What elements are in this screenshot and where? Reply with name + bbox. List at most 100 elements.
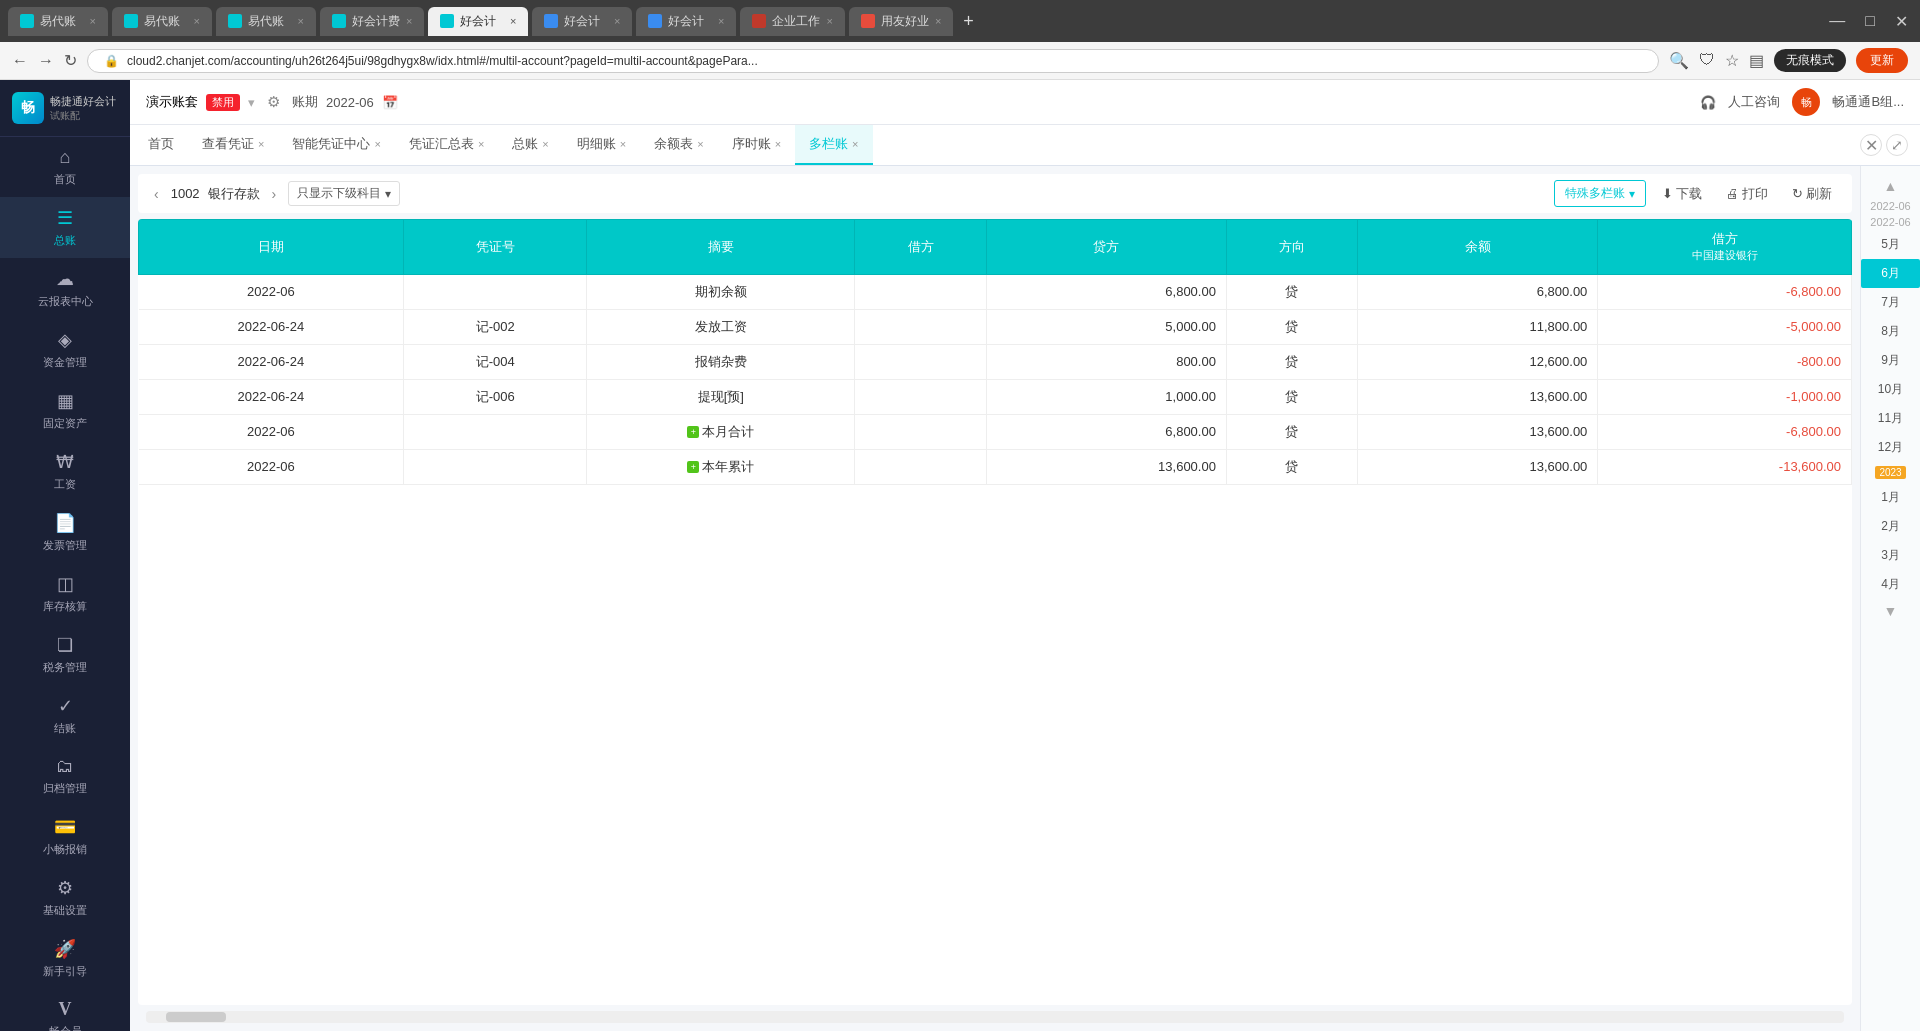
update-button[interactable]: 更新 [1856,48,1908,73]
calendar-scroll-up[interactable]: ▲ [1880,174,1902,198]
sidebar-item-invoice[interactable]: 📄 发票管理 [0,502,130,563]
sidebar-item-fixed-assets[interactable]: ▦ 固定资产 [0,380,130,441]
tab-close-icon[interactable]: × [718,15,724,27]
calendar-month-aug[interactable]: 8月 [1861,317,1920,346]
calendar-month-jan[interactable]: 1月 [1861,483,1920,512]
tab-close-icon[interactable]: × [935,15,941,27]
sidebar-item-basic-settings[interactable]: ⚙ 基础设置 [0,867,130,928]
tab-close-icon[interactable]: × [406,15,412,27]
tab-close-icon[interactable]: × [775,138,781,150]
tab-voucher-summary[interactable]: 凭证汇总表 × [395,125,498,165]
tab-detail-ledger[interactable]: 明细账 × [563,125,640,165]
calendar-month-feb[interactable]: 2月 [1861,512,1920,541]
tab-view-voucher[interactable]: 查看凭证 × [188,125,278,165]
calendar-month-jul[interactable]: 7月 [1861,288,1920,317]
shield-icon[interactable]: 🛡 [1699,51,1715,70]
settings-gear-icon[interactable]: ⚙ [267,93,280,111]
sidebar-item-closing[interactable]: ✓ 结账 [0,685,130,746]
tab-close-icon[interactable]: × [298,15,304,27]
tab-multi-col[interactable]: 多栏账 × [795,125,872,165]
calendar-scroll-down[interactable]: ▼ [1880,599,1902,623]
tab-journal[interactable]: 序时账 × [718,125,795,165]
calendar-icon[interactable]: 📅 [382,95,398,110]
panel-expand-icon[interactable]: ⤢ [1886,134,1908,156]
main-content: 演示账套 禁用 ▾ ⚙ 账期 2022-06 📅 🎧 人工咨询 畅 畅通通B组.… [130,80,1920,1031]
tab-close-icon[interactable]: × [374,138,380,150]
refresh-page-button[interactable]: ↻ [64,51,77,70]
url-bar[interactable]: 🔒 cloud2.chanjet.com/accounting/uh26t264… [87,49,1659,73]
tab-yidaizhang-1[interactable]: 易代账 × [8,7,108,36]
calendar-month-may[interactable]: 5月 [1861,230,1920,259]
sidebar-item-general-ledger[interactable]: ☰ 总账 [0,197,130,258]
tab-haohuaiji-active[interactable]: 好会计 × [428,7,528,36]
tab-close-icon[interactable]: × [510,15,516,27]
tab-haohuaiji-fee[interactable]: 好会计费 × [320,7,424,36]
tab-yidaizhang-3[interactable]: 易代账 × [216,7,316,36]
tab-close-icon[interactable]: × [826,15,832,27]
tab-haohuaiji-3[interactable]: 好会计 × [636,7,736,36]
consult-label[interactable]: 人工咨询 [1728,93,1780,111]
forward-button[interactable]: → [38,52,54,70]
multi-col-button[interactable]: 特殊多栏账 ▾ [1554,180,1646,207]
voucher-link[interactable]: 记-002 [476,319,515,334]
voucher-link[interactable]: 记-006 [476,389,515,404]
tab-haohuaiji-2[interactable]: 好会计 × [532,7,632,36]
back-button[interactable]: ← [12,52,28,70]
filter-dropdown[interactable]: 只显示下级科目 ▾ [288,181,400,206]
tab-close-icon[interactable]: × [620,138,626,150]
tab-close-icon[interactable]: × [194,15,200,27]
sidebar-item-home[interactable]: ⌂ 首页 [0,137,130,197]
tab-general-ledger[interactable]: 总账 × [498,125,562,165]
tab-close-icon[interactable]: × [697,138,703,150]
close-window-button[interactable]: ✕ [1891,12,1912,31]
tab-yidaizhang-2[interactable]: 易代账 × [112,7,212,36]
tab-enterprise[interactable]: 企业工作 × [740,7,844,36]
tab-close-icon[interactable]: × [542,138,548,150]
new-tab-button[interactable]: + [957,11,980,32]
prev-account-button[interactable]: ‹ [150,184,163,204]
calendar-month-nov[interactable]: 11月 [1861,404,1920,433]
print-button[interactable]: 🖨 打印 [1718,181,1776,207]
minimize-button[interactable]: ― [1825,12,1849,30]
tab-close-icon[interactable]: × [614,15,620,27]
calendar-month-oct[interactable]: 10月 [1861,375,1920,404]
next-account-button[interactable]: › [268,184,281,204]
tab-balance-table[interactable]: 余额表 × [640,125,717,165]
download-button[interactable]: ⬇ 下载 [1654,181,1710,207]
search-icon[interactable]: 🔍 [1669,51,1689,70]
tab-close-icon[interactable]: × [478,138,484,150]
star-icon[interactable]: ☆ [1725,51,1739,70]
panel-close-icon[interactable]: ✕ [1860,134,1882,156]
tab-smart-voucher[interactable]: 智能凭证中心 × [278,125,394,165]
period-prefix: 账期 [292,93,318,111]
tab-home[interactable]: 首页 [134,125,188,165]
sidebar-item-cloud-report[interactable]: ☁ 云报表中心 [0,258,130,319]
guide-icon: 🚀 [54,938,76,960]
tab-close-icon[interactable]: × [258,138,264,150]
calendar-month-mar[interactable]: 3月 [1861,541,1920,570]
tab-youyou[interactable]: 用友好业 × [849,7,953,36]
sidebar-item-stock[interactable]: ◫ 库存核算 [0,563,130,624]
sidebar-item-new-guide[interactable]: 🚀 新手引导 [0,928,130,989]
sidebar-item-payroll[interactable]: ₩ 工资 [0,441,130,502]
sidebar-item-archive[interactable]: 🗂 归档管理 [0,746,130,806]
scroll-thumb[interactable] [166,1012,226,1022]
sidebar-item-tax[interactable]: ❏ 税务管理 [0,624,130,685]
maximize-button[interactable]: □ [1861,12,1879,30]
refresh-button[interactable]: ↻ 刷新 [1784,181,1840,207]
tab-close-icon[interactable]: × [852,138,858,150]
calendar-month-jun[interactable]: 6月 [1861,259,1920,288]
side-panel-icon[interactable]: ▤ [1749,51,1764,70]
horizontal-scrollbar[interactable] [146,1011,1844,1023]
stealth-mode-button[interactable]: 无痕模式 [1774,49,1846,72]
dropdown-arrow-icon[interactable]: ▾ [248,95,255,110]
cell-balance: 13,600.00 [1358,379,1598,414]
calendar-month-sep[interactable]: 9月 [1861,346,1920,375]
voucher-link[interactable]: 记-004 [476,354,515,369]
tab-close-icon[interactable]: × [90,15,96,27]
sidebar-item-expense[interactable]: 💳 小畅报销 [0,806,130,867]
calendar-month-dec[interactable]: 12月 [1861,433,1920,462]
sidebar-item-membership[interactable]: V 畅会员 [0,989,130,1031]
calendar-month-apr[interactable]: 4月 [1861,570,1920,599]
sidebar-item-fund-mgmt[interactable]: ◈ 资金管理 [0,319,130,380]
